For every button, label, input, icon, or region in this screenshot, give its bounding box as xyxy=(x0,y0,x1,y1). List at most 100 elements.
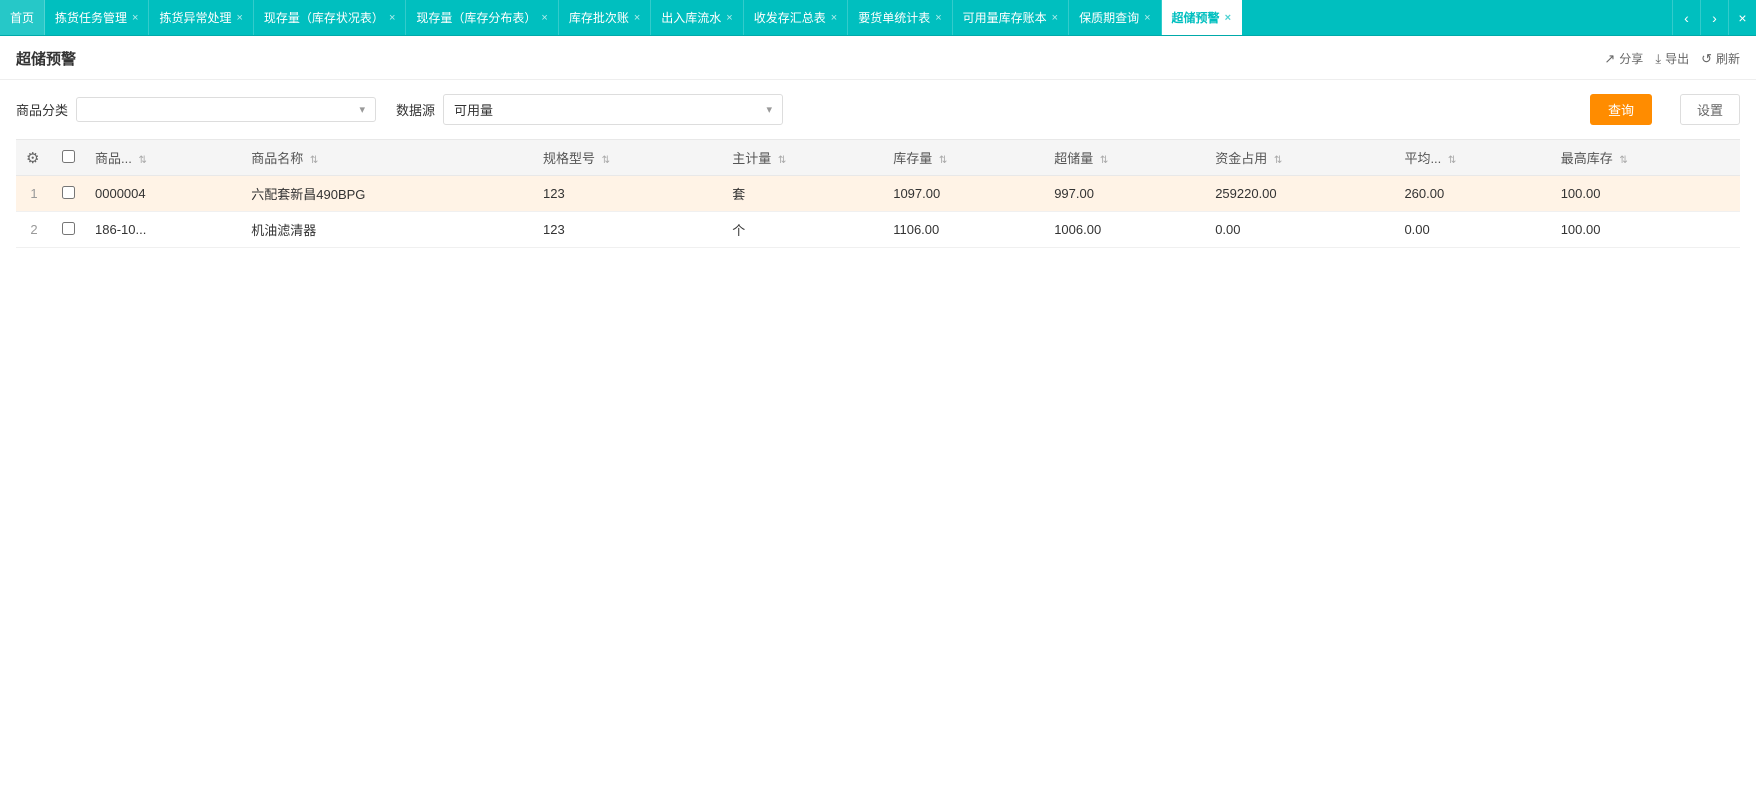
nav-tab-available[interactable]: 可用量库存账本 × xyxy=(953,0,1069,36)
max-stock-2: 100.00 xyxy=(1551,212,1740,248)
datasource-filter: 数据源 可用量 ▾ xyxy=(396,94,783,125)
datasource-select-value: 可用量 xyxy=(454,100,493,119)
header-actions: ↗ 分享 ⤓ 导出 ↺ 刷新 xyxy=(1604,50,1740,67)
settings-button[interactable]: 设置 xyxy=(1680,94,1740,125)
query-button[interactable]: 查询 xyxy=(1590,94,1652,125)
nav-arrow-close[interactable]: × xyxy=(1728,0,1756,36)
row-num-2: 2 xyxy=(16,212,52,248)
sort-icon-product-code: ⇅ xyxy=(138,155,146,166)
share-button[interactable]: ↗ 分享 xyxy=(1604,50,1643,67)
nav-arrow-left[interactable]: ‹ xyxy=(1672,0,1700,36)
settings-gear-icon[interactable]: ⚙ xyxy=(26,150,39,167)
close-abnormal[interactable]: × xyxy=(236,12,242,24)
product-code-1: 0000004 xyxy=(85,176,241,212)
th-unit[interactable]: 主计量 ⇅ xyxy=(722,140,883,176)
table-header-row: ⚙ 商品... ⇅ 商品名称 ⇅ 规格型号 ⇅ xyxy=(16,140,1740,176)
row-num-1: 1 xyxy=(16,176,52,212)
top-navigation: 首页 拣货任务管理 × 拣货异常处理 × 现存量（库存状况表） × 现存量（库存… xyxy=(0,0,1756,36)
product-name-2: 机油滤清器 xyxy=(241,212,533,248)
refresh-button[interactable]: ↺ 刷新 xyxy=(1701,50,1740,67)
nav-tab-stock-status[interactable]: 现存量（库存状况表） × xyxy=(254,0,406,36)
nav-tab-collect[interactable]: 收发存汇总表 × xyxy=(744,0,848,36)
close-task-mgmt[interactable]: × xyxy=(132,12,138,24)
export-button[interactable]: ⤓ 导出 xyxy=(1655,50,1689,67)
product-name-1: 六配套新昌490BPG xyxy=(241,176,533,212)
close-available[interactable]: × xyxy=(1052,12,1058,24)
th-max-stock[interactable]: 最高库存 ⇅ xyxy=(1551,140,1740,176)
nav-arrows: ‹ › × xyxy=(1672,0,1756,36)
stock-1: 1097.00 xyxy=(883,176,1044,212)
table-row: 2 186-10... 机油滤清器 123 个 1106.00 1006.00 … xyxy=(16,212,1740,248)
row-checkbox-2[interactable] xyxy=(52,212,85,248)
close-inout-flow[interactable]: × xyxy=(726,12,732,24)
sort-icon-avg: ⇅ xyxy=(1448,155,1456,166)
th-checkbox[interactable] xyxy=(52,140,85,176)
table-container: ⚙ 商品... ⇅ 商品名称 ⇅ 规格型号 ⇅ xyxy=(0,139,1756,248)
sort-icon-overstock: ⇅ xyxy=(1100,155,1108,166)
th-capital[interactable]: 资金占用 ⇅ xyxy=(1205,140,1394,176)
overstock-2: 1006.00 xyxy=(1044,212,1205,248)
table-row: 1 0000004 六配套新昌490BPG 123 套 1097.00 997.… xyxy=(16,176,1740,212)
close-batch[interactable]: × xyxy=(634,12,640,24)
close-expiry[interactable]: × xyxy=(1144,12,1150,24)
page-title: 超储预警 xyxy=(16,48,76,69)
avg-1: 260.00 xyxy=(1394,176,1550,212)
chevron-down-icon: ▾ xyxy=(359,103,365,116)
nav-tab-abnormal[interactable]: 拣货异常处理 × xyxy=(149,0,253,36)
capital-2: 0.00 xyxy=(1205,212,1394,248)
close-order-stat[interactable]: × xyxy=(935,12,941,24)
refresh-icon: ↺ xyxy=(1701,51,1712,67)
overstock-1: 997.00 xyxy=(1044,176,1205,212)
th-settings[interactable]: ⚙ xyxy=(16,140,52,176)
category-label: 商品分类 xyxy=(16,100,68,119)
sort-icon-spec: ⇅ xyxy=(602,155,610,166)
nav-tab-home[interactable]: 首页 xyxy=(0,0,45,36)
avg-2: 0.00 xyxy=(1394,212,1550,248)
close-stock-status[interactable]: × xyxy=(389,12,395,24)
sort-icon-unit: ⇅ xyxy=(778,155,786,166)
export-icon: ⤓ xyxy=(1655,51,1661,67)
sort-icon-product-name: ⇅ xyxy=(310,155,318,166)
sort-icon-stock: ⇅ xyxy=(939,155,947,166)
nav-tab-expiry[interactable]: 保质期查询 × xyxy=(1069,0,1161,36)
share-icon: ↗ xyxy=(1604,51,1615,67)
category-select[interactable]: ▾ xyxy=(76,97,376,122)
datasource-select[interactable]: 可用量 ▾ xyxy=(443,94,783,125)
nav-arrow-right[interactable]: › xyxy=(1700,0,1728,36)
th-overstock[interactable]: 超储量 ⇅ xyxy=(1044,140,1205,176)
row-checkbox-1[interactable] xyxy=(52,176,85,212)
sort-icon-max-stock: ⇅ xyxy=(1619,155,1627,166)
page-header: 超储预警 ↗ 分享 ⤓ 导出 ↺ 刷新 xyxy=(0,36,1756,80)
nav-tab-overstock[interactable]: 超储预警 × xyxy=(1162,0,1242,36)
product-code-2: 186-10... xyxy=(85,212,241,248)
unit-1: 套 xyxy=(722,176,883,212)
close-overstock[interactable]: × xyxy=(1225,12,1231,24)
data-table: ⚙ 商品... ⇅ 商品名称 ⇅ 规格型号 ⇅ xyxy=(16,139,1740,248)
stock-2: 1106.00 xyxy=(883,212,1044,248)
unit-2: 个 xyxy=(722,212,883,248)
close-collect[interactable]: × xyxy=(831,12,837,24)
nav-tab-stock-dist[interactable]: 现存量（库存分布表） × xyxy=(406,0,558,36)
th-product-name[interactable]: 商品名称 ⇅ xyxy=(241,140,533,176)
th-stock[interactable]: 库存量 ⇅ xyxy=(883,140,1044,176)
th-avg[interactable]: 平均... ⇅ xyxy=(1394,140,1550,176)
select-all-checkbox[interactable] xyxy=(62,150,75,163)
th-product-code[interactable]: 商品... ⇅ xyxy=(85,140,241,176)
nav-tab-batch[interactable]: 库存批次账 × xyxy=(559,0,651,36)
nav-tab-order-stat[interactable]: 要货单统计表 × xyxy=(848,0,952,36)
spec-2: 123 xyxy=(533,212,722,248)
max-stock-1: 100.00 xyxy=(1551,176,1740,212)
nav-tab-task-mgmt[interactable]: 拣货任务管理 × xyxy=(45,0,149,36)
sort-icon-capital: ⇅ xyxy=(1274,155,1282,166)
row-select-1[interactable] xyxy=(62,186,75,199)
datasource-chevron-icon: ▾ xyxy=(767,103,773,116)
main-content: 超储预警 ↗ 分享 ⤓ 导出 ↺ 刷新 商品分类 ▾ 数据源 xyxy=(0,36,1756,800)
close-stock-dist[interactable]: × xyxy=(541,12,547,24)
capital-1: 259220.00 xyxy=(1205,176,1394,212)
nav-tab-inout-flow[interactable]: 出入库流水 × xyxy=(651,0,743,36)
th-spec[interactable]: 规格型号 ⇅ xyxy=(533,140,722,176)
filter-area: 商品分类 ▾ 数据源 可用量 ▾ 查询 设置 xyxy=(0,80,1756,139)
spec-1: 123 xyxy=(533,176,722,212)
category-filter: 商品分类 ▾ xyxy=(16,97,376,122)
row-select-2[interactable] xyxy=(62,222,75,235)
